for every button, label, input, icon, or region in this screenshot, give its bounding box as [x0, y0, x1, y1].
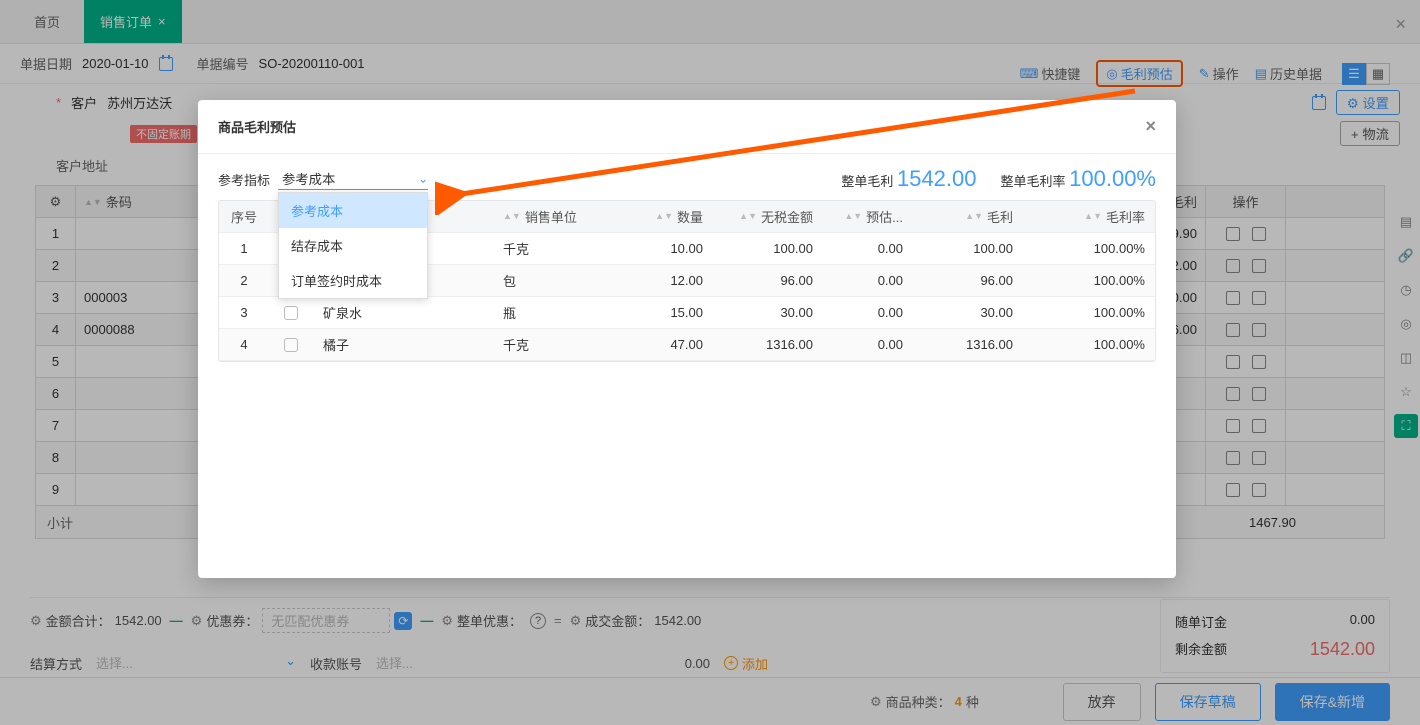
chevron-up-icon[interactable]: ⌃ — [418, 171, 428, 185]
col-rate[interactable]: ▲▼毛利率 — [1023, 201, 1155, 232]
m-row-amt: 30.00 — [713, 297, 823, 328]
option-ref-cost[interactable]: 参考成本 — [279, 193, 427, 228]
col-qty[interactable]: ▲▼数量 — [613, 201, 713, 232]
col-idx: 序号 — [219, 201, 269, 232]
indicator-dropdown: 参考成本 结存成本 订单签约时成本 — [278, 192, 428, 299]
total-rate-value: 100.00% — [1069, 166, 1156, 191]
m-row-qty: 12.00 — [613, 265, 713, 296]
total-gp-value: 1542.00 — [897, 166, 977, 191]
m-row-est: 0.00 — [823, 297, 913, 328]
m-row-gp: 1316.00 — [913, 329, 1023, 360]
m-row-name: 矿泉水 — [313, 297, 493, 328]
col-gp-m[interactable]: ▲▼毛利 — [913, 201, 1023, 232]
m-row-rate: 100.00% — [1023, 297, 1155, 328]
m-row-amt: 100.00 — [713, 233, 823, 264]
m-row-est: 0.00 — [823, 233, 913, 264]
indicator-label: 参考指标 — [218, 170, 270, 189]
col-est[interactable]: ▲▼预估... — [823, 201, 913, 232]
option-contract-cost[interactable]: 订单签约时成本 — [279, 263, 427, 298]
gross-profit-modal: 商品毛利预估 × 参考指标 ⌃ 参考成本 结存成本 订单签约时成本 整单毛利 1… — [198, 100, 1176, 578]
m-row-gp: 30.00 — [913, 297, 1023, 328]
m-row-idx: 1 — [219, 233, 269, 264]
modal-title: 商品毛利预估 — [218, 117, 296, 136]
m-row-idx: 2 — [219, 265, 269, 296]
m-row-rate: 100.00% — [1023, 329, 1155, 360]
col-unit[interactable]: ▲▼销售单位 — [493, 201, 613, 232]
m-row-gp: 100.00 — [913, 233, 1023, 264]
m-row-gp: 96.00 — [913, 265, 1023, 296]
m-row-qty: 15.00 — [613, 297, 713, 328]
option-balance-cost[interactable]: 结存成本 — [279, 228, 427, 263]
m-row-unit: 千克 — [493, 233, 613, 264]
m-row-est: 0.00 — [823, 329, 913, 360]
m-row-rate: 100.00% — [1023, 265, 1155, 296]
row-checkbox[interactable] — [284, 338, 298, 352]
modal-close-icon[interactable]: × — [1145, 116, 1156, 137]
m-row-amt: 1316.00 — [713, 329, 823, 360]
m-row-name: 橘子 — [313, 329, 493, 360]
total-gp-label: 整单毛利 — [841, 174, 893, 189]
m-row-qty: 47.00 — [613, 329, 713, 360]
indicator-select[interactable] — [278, 168, 428, 190]
m-row-idx: 3 — [219, 297, 269, 328]
col-amt[interactable]: ▲▼无税金额 — [713, 201, 823, 232]
m-row-idx: 4 — [219, 329, 269, 360]
m-row-est: 0.00 — [823, 265, 913, 296]
m-row-unit: 瓶 — [493, 297, 613, 328]
m-row-unit: 千克 — [493, 329, 613, 360]
m-row-unit: 包 — [493, 265, 613, 296]
m-row-amt: 96.00 — [713, 265, 823, 296]
row-checkbox[interactable] — [284, 306, 298, 320]
m-row-rate: 100.00% — [1023, 233, 1155, 264]
total-rate-label: 整单毛利率 — [1001, 174, 1066, 189]
m-row-qty: 10.00 — [613, 233, 713, 264]
